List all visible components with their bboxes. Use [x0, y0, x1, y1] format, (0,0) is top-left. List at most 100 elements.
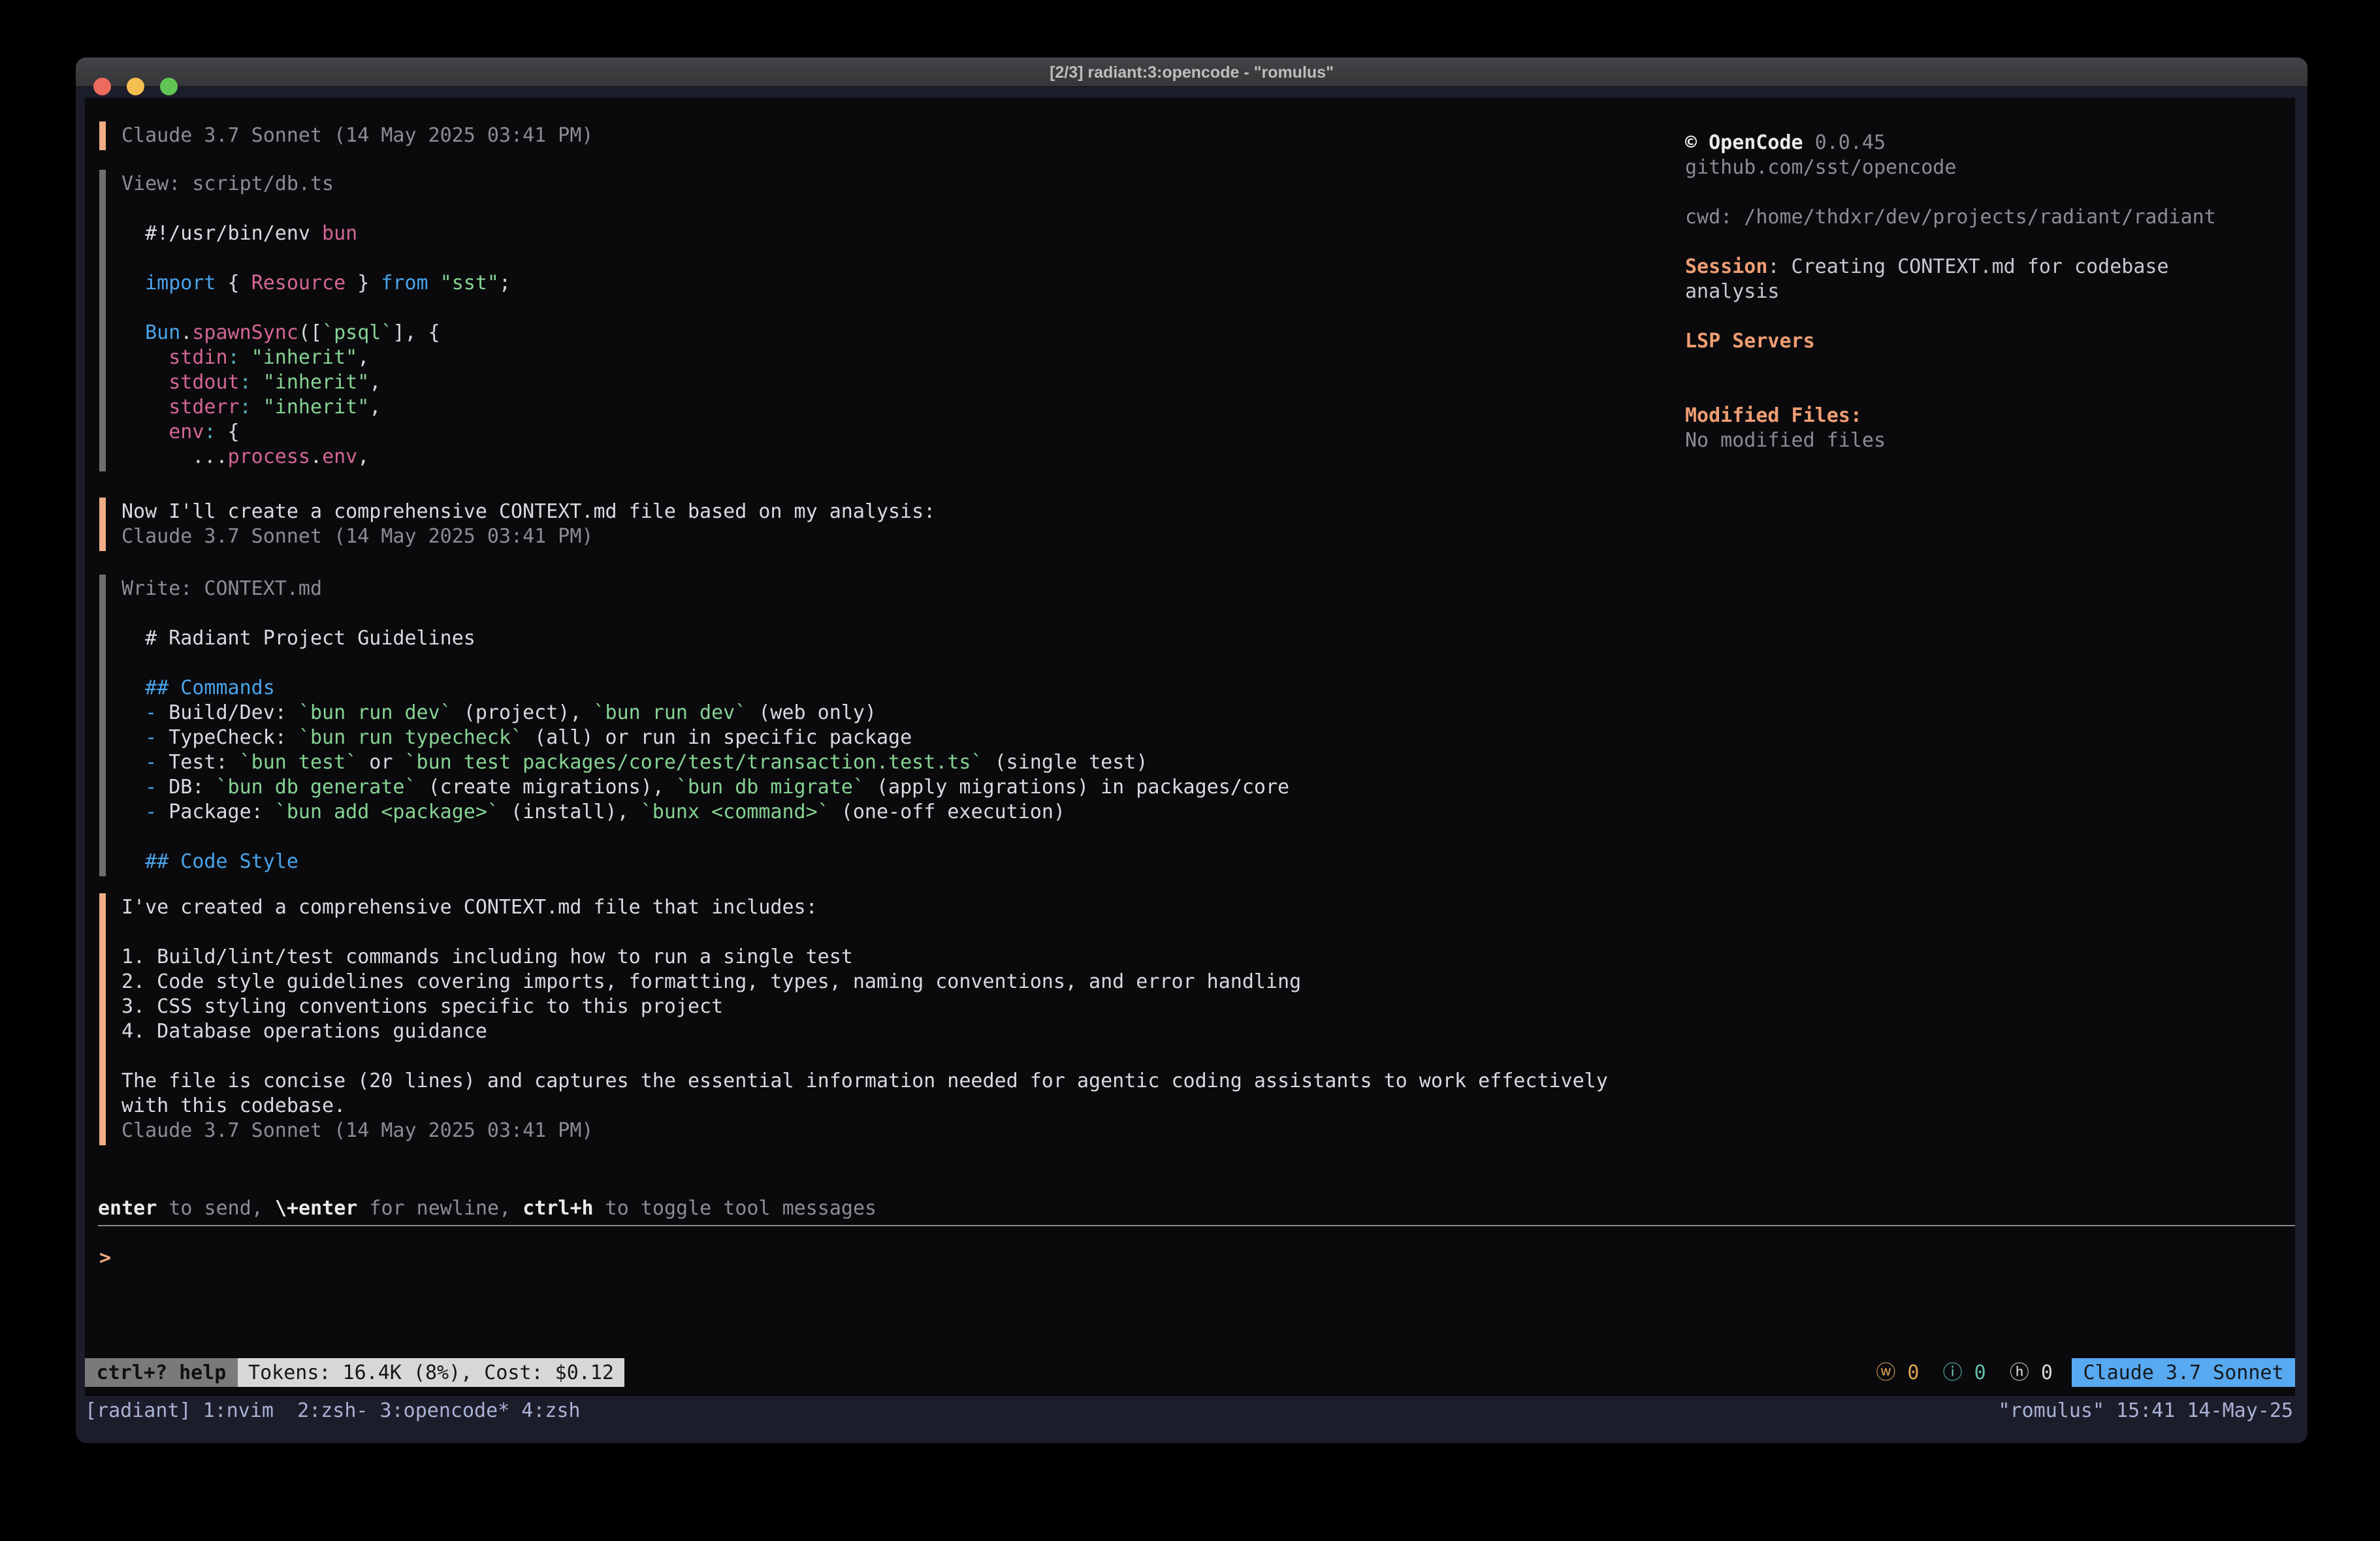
token: - [145, 726, 157, 749]
message-timestamp: Claude 3.7 Sonnet (14 May 2025 03:41 PM) [121, 123, 593, 148]
token [121, 321, 145, 344]
assistant-message: I've created a comprehensive CONTEXT.md … [99, 893, 1608, 1145]
token: `bun db generate` [216, 776, 417, 799]
terminal-window: [2/3] radiant:3:opencode - "romulus" Cla… [76, 57, 2308, 1443]
help-shortcut: ctrl+? help [85, 1358, 238, 1387]
message-text: I've created a comprehensive CONTEXT.md … [121, 895, 1608, 920]
tool-title: Write: CONTEXT.md [121, 577, 1289, 601]
token [121, 776, 145, 799]
token [1920, 1361, 1943, 1384]
token: TypeCheck: [157, 726, 298, 749]
token: { [216, 272, 251, 294]
token: import [145, 272, 216, 294]
token: "sst" [440, 272, 499, 294]
titlebar[interactable]: [2/3] radiant:3:opencode - "romulus" [76, 57, 2308, 87]
token: Test: [157, 751, 239, 774]
tmux-window-zsh2[interactable]: 2:zsh- [285, 1399, 368, 1422]
token: 0.0.45 [1803, 131, 1886, 154]
tmux-window-zsh4[interactable]: 4:zsh [509, 1399, 580, 1422]
token: : Creating CONTEXT.md for codebase [1767, 255, 2168, 278]
token: (one-off execution) [829, 801, 1065, 823]
token: { [216, 421, 240, 443]
code-line: Bun.spawnSync([`psql`], { [121, 321, 511, 345]
tmux-session-name: [radiant] [85, 1399, 203, 1422]
code-line: import { Resource } from "sst"; [121, 271, 511, 296]
token: for newline, [357, 1197, 523, 1220]
token [121, 701, 145, 724]
token: stderr [121, 396, 240, 419]
token: `bun run typecheck` [298, 726, 523, 749]
token: to toggle tool messages [594, 1197, 876, 1220]
tool-title: View: script/db.ts [121, 172, 511, 197]
token: . [180, 321, 192, 344]
markdown-line: - TypeCheck: `bun run typecheck` (all) o… [121, 725, 1289, 750]
code-line: stderr: "inherit", [121, 395, 511, 420]
diagnostics-counters: ⓦ 0 ⓘ 0 ⓗ 0 [1876, 1358, 2053, 1387]
markdown-line: - Build/Dev: `bun run dev` (project), `b… [121, 701, 1289, 725]
token [121, 751, 145, 774]
token: \+enter [275, 1197, 357, 1220]
session-title-wrap: analysis [1685, 279, 2227, 304]
tmux-window-nvim[interactable]: 1:nvim [203, 1399, 285, 1422]
token: DB: [157, 776, 216, 799]
code-line: stdout: "inherit", [121, 370, 511, 395]
token: ctrl+h [523, 1197, 593, 1220]
token: `bun run dev` [298, 701, 452, 724]
token: `psql` [322, 321, 393, 344]
message-text: with this codebase. [121, 1094, 1608, 1119]
token: , [357, 346, 369, 369]
token: (install), [499, 801, 641, 823]
desktop: [2/3] radiant:3:opencode - "romulus" Cla… [0, 0, 2380, 1541]
token: "inherit" [263, 396, 370, 419]
token: : [228, 346, 240, 369]
token [121, 726, 145, 749]
tool-output-view: View: script/db.ts #!/usr/bin/env bun im… [99, 170, 511, 471]
token: spawnSync [192, 321, 298, 344]
tmux-host-clock: "romulus" 15:41 14-May-25 [1998, 1396, 2293, 1426]
assistant-message: Claude 3.7 Sonnet (14 May 2025 03:41 PM) [99, 121, 593, 150]
token: - [145, 701, 157, 724]
session-sidebar: © OpenCode 0.0.45 github.com/sst/opencod… [1685, 131, 2227, 453]
token: Build/Dev: [157, 701, 298, 724]
token: `bun add <package>` [275, 801, 499, 823]
token: ... [121, 445, 228, 468]
token: (create migrations), [417, 776, 676, 799]
token: - [145, 801, 157, 823]
session-title: Session: Creating CONTEXT.md for codebas… [1685, 255, 2227, 279]
token: ## Code Style [121, 850, 298, 873]
tmux-window-opencode[interactable]: 3:opencode* [368, 1399, 510, 1422]
opencode-logo: © OpenCode 0.0.45 [1685, 131, 2227, 155]
token: process [228, 445, 310, 468]
code-line: env: { [121, 420, 511, 445]
message-text: The file is concise (20 lines) and captu… [121, 1069, 1608, 1094]
token [251, 371, 263, 394]
markdown-line: - Package: `bun add <package>` (install)… [121, 800, 1289, 825]
token: from [381, 272, 428, 294]
token: Package: [157, 801, 275, 823]
token: env [121, 421, 204, 443]
token: : [204, 421, 216, 443]
list-item: 4. Database operations guidance [121, 1019, 1608, 1044]
token: ⓗ 0 [2010, 1361, 2053, 1384]
token: . [310, 445, 322, 468]
status-bar: ctrl+? help Tokens: 16.4K (8%), Cost: $0… [76, 1358, 2308, 1387]
token: © OpenCode [1685, 131, 1803, 154]
token: : [240, 371, 251, 394]
token: ], { [393, 321, 440, 344]
token: : [240, 396, 251, 419]
token: ⓦ 0 [1876, 1361, 1919, 1384]
message-timestamp: Claude 3.7 Sonnet (14 May 2025 03:41 PM) [121, 1119, 1608, 1143]
list-item: 3. CSS styling conventions specific to t… [121, 994, 1608, 1019]
repo-link: github.com/sst/opencode [1685, 155, 2227, 180]
token: `bun test` [240, 751, 358, 774]
token: Resource [251, 272, 346, 294]
token: ## Commands [121, 676, 275, 699]
token: env [322, 445, 357, 468]
token: (all) or run in specific package [523, 726, 912, 749]
token [240, 346, 251, 369]
prompt-input[interactable]: > [99, 1246, 111, 1271]
model-badge: Claude 3.7 Sonnet [2072, 1358, 2295, 1387]
code-line: stdin: "inherit", [121, 345, 511, 370]
message-text: Now I'll create a comprehensive CONTEXT.… [121, 500, 935, 524]
tool-output-write: Write: CONTEXT.md # Radiant Project Guid… [99, 575, 1289, 876]
